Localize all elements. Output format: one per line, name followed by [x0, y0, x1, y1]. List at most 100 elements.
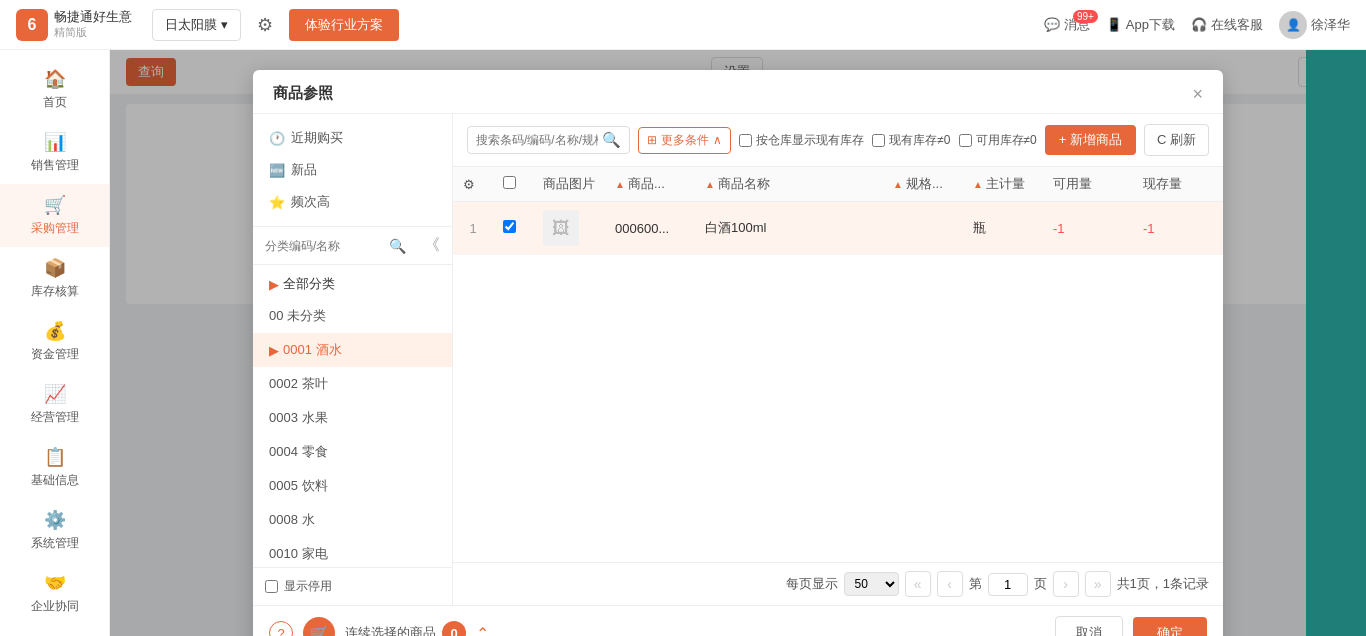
product-search-box: 🔍 — [467, 126, 630, 154]
row-checkbox[interactable] — [503, 220, 516, 233]
trial-button[interactable]: 体验行业方案 — [289, 9, 399, 41]
sidebar-item-finance[interactable]: 💰 资金管理 — [0, 310, 109, 373]
cat-snacks[interactable]: 0004 零食 — [253, 435, 452, 469]
col-spec[interactable]: ▲ 规格... — [883, 167, 963, 202]
confirm-button[interactable]: 确定 — [1133, 617, 1207, 636]
warehouse-stock-checkbox[interactable] — [739, 134, 752, 147]
sidebar-item-home[interactable]: 🏠 首页 — [0, 58, 109, 121]
page-total: 共1页，1条记录 — [1117, 575, 1209, 593]
cat-tea[interactable]: 0002 茶叶 — [253, 367, 452, 401]
usable-stock-filter[interactable]: 可用库存≠0 — [959, 132, 1037, 149]
new-products-tab[interactable]: 🆕 新品 — [253, 154, 452, 186]
category-search-input[interactable] — [265, 239, 385, 253]
user-avatar[interactable]: 👤 徐泽华 — [1279, 11, 1350, 39]
warehouse-stock-filter[interactable]: 按仓库显示现有库存 — [739, 132, 864, 149]
cat-liquor[interactable]: ▶ 0001 酒水 — [253, 333, 452, 367]
sidebar-item-label: 系统管理 — [31, 535, 79, 552]
usable-stock-checkbox[interactable] — [959, 134, 972, 147]
cat-water[interactable]: 0008 水 — [253, 503, 452, 537]
col-image: 商品图片 — [533, 167, 605, 202]
sort-up-icon: ▲ — [615, 179, 625, 190]
messages-button[interactable]: 💬 消息 99+ — [1044, 16, 1090, 34]
refresh-button[interactable]: C 刷新 — [1144, 124, 1209, 156]
col-settings[interactable]: ⚙ — [453, 167, 493, 202]
select-all-checkbox[interactable] — [503, 176, 516, 189]
cat-appliances-label: 0010 家电 — [269, 545, 328, 563]
available-stock-checkbox[interactable] — [872, 134, 885, 147]
prev-page-button[interactable]: ‹ — [937, 571, 963, 597]
first-page-button[interactable]: « — [905, 571, 931, 597]
online-service-label: 在线客服 — [1211, 16, 1263, 34]
page-suffix: 页 — [1034, 575, 1047, 593]
filter-icon: ⊞ — [647, 133, 657, 147]
col-code[interactable]: ▲ 商品... — [605, 167, 695, 202]
cat-water-label: 0008 水 — [269, 511, 315, 529]
sidebar-item-inventory[interactable]: 📦 库存核算 — [0, 247, 109, 310]
col-unit[interactable]: ▲ 主计量 — [963, 167, 1043, 202]
sidebar-item-basic-info[interactable]: 📋 基础信息 — [0, 436, 109, 499]
continuous-label: 连续选择的商品 — [345, 624, 436, 636]
modal-body: 🕐 近期购买 🆕 新品 ⭐ 频次高 — [253, 114, 1223, 605]
cat-appliances[interactable]: 0010 家电 — [253, 537, 452, 567]
system-icon: ⚙️ — [44, 509, 66, 531]
cat-tea-label: 0002 茶叶 — [269, 375, 328, 393]
col-checkbox[interactable] — [493, 167, 533, 202]
headset-icon: 🎧 — [1191, 17, 1207, 32]
help-icon[interactable]: ? — [269, 621, 293, 636]
selected-count-badge: 0 — [442, 621, 466, 636]
cat-uncategorized[interactable]: 00 未分类 — [253, 299, 452, 333]
branch-label: 日太阳膜 — [165, 16, 217, 34]
available-stock-filter[interactable]: 现有库存≠0 — [872, 132, 950, 149]
add-product-button[interactable]: + 新增商品 — [1045, 125, 1136, 155]
sidebar-item-purchase[interactable]: 🛒 采购管理 — [0, 184, 109, 247]
page-number-input[interactable] — [988, 573, 1028, 596]
app-download-button[interactable]: 📱 App下载 — [1106, 16, 1175, 34]
new-icon: 🆕 — [269, 163, 285, 178]
table-row[interactable]: 1 🖼 — [453, 202, 1223, 255]
logo-sub: 精简版 — [54, 25, 132, 40]
display-disabled-section: 显示停用 — [253, 567, 452, 605]
page-size-select[interactable]: 50 100 200 — [844, 572, 899, 596]
row-checkbox-cell[interactable] — [493, 202, 533, 255]
col-name[interactable]: ▲ 商品名称 — [695, 167, 883, 202]
cat-all[interactable]: ▶ 全部分类 — [253, 269, 452, 299]
logo: 6 畅捷通好生意 精简版 — [16, 9, 132, 41]
display-disabled-label[interactable]: 显示停用 — [284, 578, 332, 595]
sidebar-item-guide[interactable]: 🎯 新手引导 — [0, 625, 109, 636]
footer-collapse-icon[interactable]: ⌃ — [476, 624, 489, 637]
product-search-input[interactable] — [476, 133, 598, 147]
last-page-button[interactable]: » — [1085, 571, 1111, 597]
product-reference-modal: 商品参照 × 🕐 近期购买 🆕 — [253, 70, 1223, 636]
available-stock-label: 现有库存≠0 — [889, 132, 950, 149]
sidebar-item-operations[interactable]: 📈 经营管理 — [0, 373, 109, 436]
branch-selector[interactable]: 日太阳膜 ▾ — [152, 9, 241, 41]
next-page-button[interactable]: › — [1053, 571, 1079, 597]
cat-active-arrow: ▶ — [269, 343, 279, 358]
product-image: 🖼 — [543, 210, 579, 246]
high-frequency-tab[interactable]: ⭐ 频次高 — [253, 186, 452, 218]
more-filter-button[interactable]: ⊞ 更多条件 ∧ — [638, 127, 731, 154]
cat-drinks[interactable]: 0005 饮料 — [253, 469, 452, 503]
cancel-button[interactable]: 取消 — [1055, 616, 1123, 636]
sidebar-item-collab[interactable]: 🤝 企业协同 — [0, 562, 109, 625]
col-available-label: 可用量 — [1053, 176, 1092, 191]
continuous-select-info: 连续选择的商品 0 — [345, 621, 466, 636]
nav-right: 💬 消息 99+ 📱 App下载 🎧 在线客服 👤 徐泽华 — [1044, 11, 1350, 39]
recent-purchase-tab[interactable]: 🕐 近期购买 — [253, 122, 452, 154]
settings-icon[interactable]: ⚙ — [249, 9, 281, 41]
cat-fruit[interactable]: 0003 水果 — [253, 401, 452, 435]
search-icon: 🔍 — [389, 238, 406, 254]
modal-footer: ? 🛒 连续选择的商品 0 ⌃ 取消 确定 — [253, 605, 1223, 636]
user-name: 徐泽华 — [1311, 16, 1350, 34]
sidebar-item-system[interactable]: ⚙️ 系统管理 — [0, 499, 109, 562]
purchase-icon: 🛒 — [44, 194, 66, 216]
search-icon: 🔍 — [602, 131, 621, 149]
cart-icon[interactable]: 🛒 — [303, 617, 335, 636]
modal-close-button[interactable]: × — [1192, 85, 1203, 103]
inventory-icon: 📦 — [44, 257, 66, 279]
logo-text: 畅捷通好生意 — [54, 9, 132, 26]
sidebar-item-sales[interactable]: 📊 销售管理 — [0, 121, 109, 184]
online-service-button[interactable]: 🎧 在线客服 — [1191, 16, 1263, 34]
collapse-button[interactable]: 《 — [424, 235, 440, 256]
display-disabled-checkbox[interactable] — [265, 580, 278, 593]
